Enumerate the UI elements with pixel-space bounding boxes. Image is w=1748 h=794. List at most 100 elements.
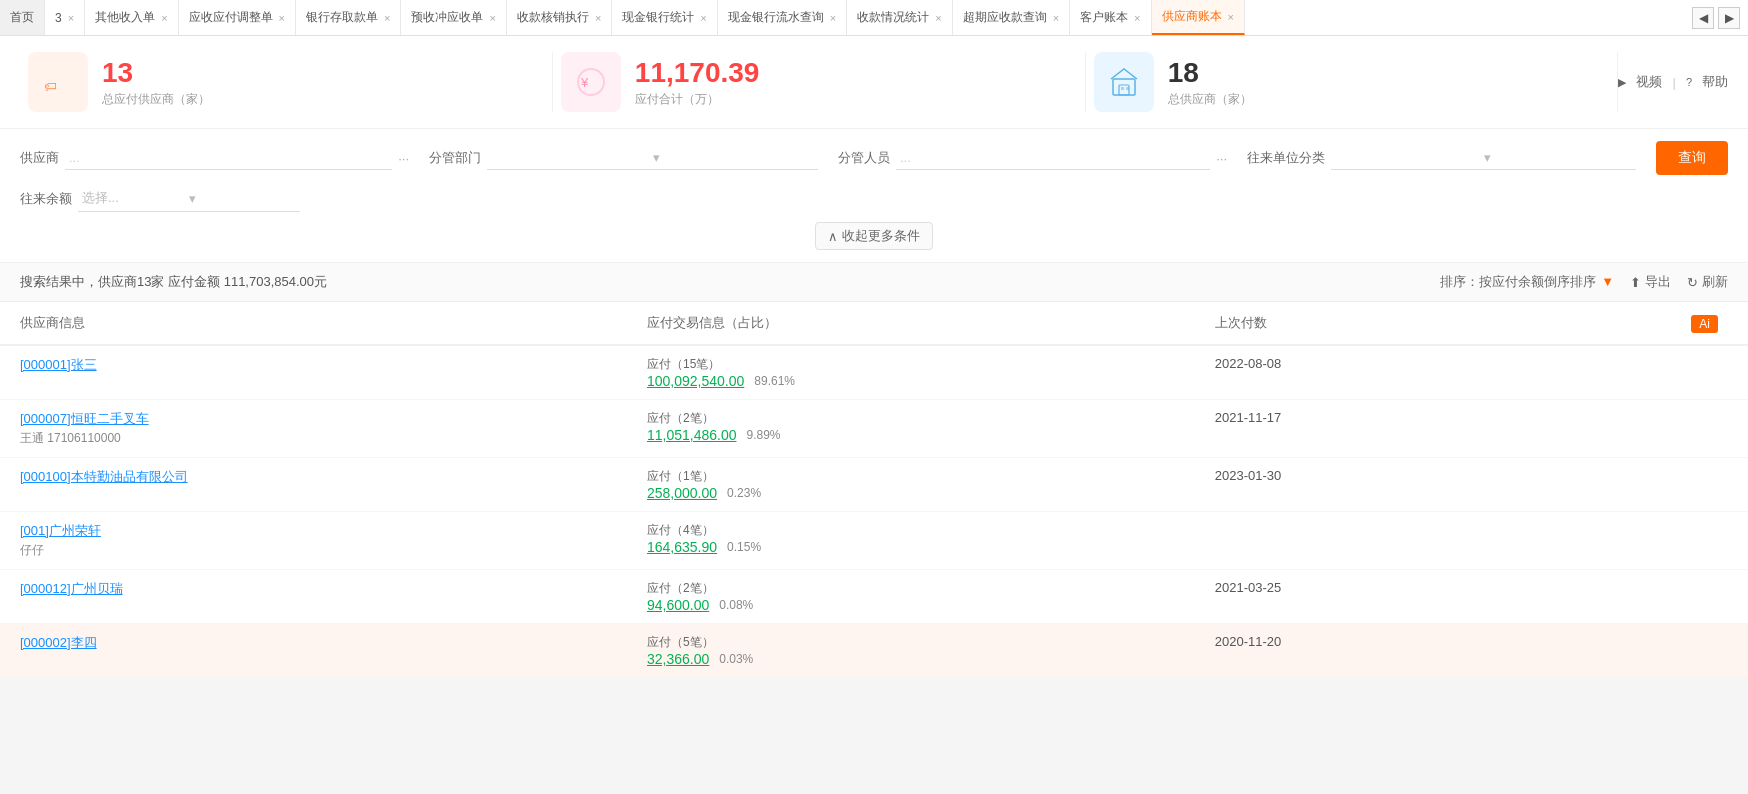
close-tab-overdue-ar[interactable]: × (1053, 12, 1059, 24)
tx-percent: 0.03% (719, 652, 753, 666)
filter-row-2: 往来余额 选择... ▾ (20, 185, 1728, 212)
last-pay-cell: 2020-11-20 (1195, 624, 1517, 678)
tx-label: 应付（1笔） (647, 468, 1175, 485)
data-table-container: 供应商信息 应付交易信息（占比） 上次付数 Ai [000001]张三应付（15… (0, 302, 1748, 678)
close-tab-collection-exec[interactable]: × (595, 12, 601, 24)
close-tab-cash-bank-stat[interactable]: × (700, 12, 706, 24)
person-dots-icon[interactable]: ··· (1216, 151, 1227, 166)
sort-label: 排序：按应付余额倒序排序 ▼ (1440, 273, 1615, 291)
results-summary: 搜索结果中，供应商13家 应付金额 111,703,854.00元 (20, 273, 327, 291)
export-button[interactable]: ⬆ 导出 (1630, 273, 1671, 291)
payable-total-text: 11,170.39 应付合计（万） (635, 56, 760, 109)
export-label: 导出 (1645, 273, 1671, 291)
nav-tab-cash-bank-stat[interactable]: 现金银行统计× (612, 0, 717, 35)
tx-percent: 89.61% (754, 374, 795, 388)
nav-tab-supplier-ledger[interactable]: 供应商账本× (1152, 0, 1245, 35)
action-cell (1516, 400, 1748, 458)
video-icon: ▶ (1618, 76, 1626, 89)
supplier-dots-icon[interactable]: ··· (398, 151, 409, 166)
supplier-info-cell: [000002]李四 (0, 624, 627, 678)
nav-tab-tab3[interactable]: 3× (45, 0, 85, 35)
supplier-link[interactable]: [000001]张三 (20, 357, 97, 372)
help-link[interactable]: 帮助 (1702, 73, 1728, 91)
supplier-link[interactable]: [001]广州荣轩 (20, 523, 101, 538)
close-tab-ar-ap-adjust[interactable]: × (279, 12, 285, 24)
tx-label: 应付（2笔） (647, 580, 1175, 597)
payable-suppliers-icon: 🏷 (28, 52, 88, 112)
collapse-button[interactable]: ∧ 收起更多条件 (815, 222, 933, 250)
col-tx-info: 应付交易信息（占比） (627, 302, 1195, 345)
col-ai: Ai (1516, 302, 1748, 345)
supplier-input[interactable] (65, 146, 392, 170)
nav-tab-home[interactable]: 首页 (0, 0, 45, 35)
close-tab-cash-bank-flow[interactable]: × (830, 12, 836, 24)
tx-amount[interactable]: 11,051,486.00 (647, 427, 737, 443)
total-suppliers-icon (1094, 52, 1154, 112)
nav-tab-overdue-ar[interactable]: 超期应收款查询× (953, 0, 1070, 35)
query-button[interactable]: 查询 (1656, 141, 1728, 175)
tx-info-cell: 应付（2笔）11,051,486.009.89% (627, 400, 1195, 458)
export-icon: ⬆ (1630, 275, 1641, 290)
dept-dropdown[interactable]: ▾ (487, 146, 818, 170)
nav-tab-prepay-ar[interactable]: 预收冲应收单× (401, 0, 506, 35)
person-label: 分管人员 (838, 149, 890, 167)
nav-prev-button[interactable]: ◀ (1692, 7, 1714, 29)
payable-suppliers-text: 13 总应付供应商（家） (102, 56, 210, 109)
payable-suppliers-label: 总应付供应商（家） (102, 91, 210, 108)
balance-label: 往来余额 (20, 190, 72, 208)
close-tab-tab3[interactable]: × (68, 12, 74, 24)
dept-arrow-icon: ▾ (653, 150, 815, 165)
close-tab-collection-stat[interactable]: × (935, 12, 941, 24)
svg-rect-8 (1121, 87, 1124, 90)
tx-amount[interactable]: 258,000.00 (647, 485, 717, 501)
refresh-label: 刷新 (1702, 273, 1728, 291)
tx-percent: 0.08% (719, 598, 753, 612)
video-link[interactable]: 视频 (1636, 73, 1662, 91)
category-filter: 往来单位分类 ▾ (1247, 146, 1636, 170)
supplier-info-cell: [000001]张三 (0, 345, 627, 400)
tx-info-cell: 应付（4笔）164,635.900.15% (627, 512, 1195, 570)
last-pay-cell: 2021-03-25 (1195, 570, 1517, 624)
nav-next-button[interactable]: ▶ (1718, 7, 1740, 29)
table-row: [000001]张三应付（15笔）100,092,540.0089.61%202… (0, 345, 1748, 400)
nav-tab-cash-bank-flow[interactable]: 现金银行流水查询× (718, 0, 847, 35)
tx-amount[interactable]: 94,600.00 (647, 597, 709, 613)
svg-text:🏷: 🏷 (44, 79, 57, 94)
refresh-button[interactable]: ↻ 刷新 (1687, 273, 1728, 291)
supplier-link[interactable]: [000012]广州贝瑞 (20, 581, 123, 596)
close-tab-prepay-ar[interactable]: × (489, 12, 495, 24)
supplier-link[interactable]: [000100]本特勤油品有限公司 (20, 469, 188, 484)
supplier-link[interactable]: [000007]恒旺二手叉车 (20, 411, 149, 426)
top-navigation: 首页3×其他收入单×应收应付调整单×银行存取款单×预收冲应收单×收款核销执行×现… (0, 0, 1748, 36)
close-tab-other-income[interactable]: × (161, 12, 167, 24)
nav-tab-other-income[interactable]: 其他收入单× (85, 0, 178, 35)
payable-total-label: 应付合计（万） (635, 91, 760, 108)
close-tab-bank-deposit[interactable]: × (384, 12, 390, 24)
close-tab-supplier-ledger[interactable]: × (1228, 11, 1234, 23)
tx-amount[interactable]: 100,092,540.00 (647, 373, 744, 389)
sort-arrow-icon: ▼ (1601, 274, 1614, 289)
nav-tab-customer-ledger[interactable]: 客户账本× (1070, 0, 1151, 35)
nav-tab-collection-exec[interactable]: 收款核销执行× (507, 0, 612, 35)
tx-amount[interactable]: 164,635.90 (647, 539, 717, 555)
filter-area: 供应商 ··· 分管部门 ▾ 分管人员 ··· 往来单位分类 ▾ 查询 往来 (0, 129, 1748, 263)
close-tab-customer-ledger[interactable]: × (1134, 12, 1140, 24)
balance-filter: 往来余额 选择... ▾ (20, 185, 300, 212)
person-input[interactable] (896, 146, 1210, 170)
nav-tab-bank-deposit[interactable]: 银行存取款单× (296, 0, 401, 35)
nav-tab-collection-stat[interactable]: 收款情况统计× (847, 0, 952, 35)
supplier-info-cell: [000007]恒旺二手叉车王通 17106110000 (0, 400, 627, 458)
supplier-sub: 王通 17106110000 (20, 430, 607, 447)
supplier-link[interactable]: [000002]李四 (20, 635, 97, 650)
table-header: 供应商信息 应付交易信息（占比） 上次付数 Ai (0, 302, 1748, 345)
refresh-icon: ↻ (1687, 275, 1698, 290)
nav-tab-ar-ap-adjust[interactable]: 应收应付调整单× (179, 0, 296, 35)
balance-dropdown[interactable]: 选择... ▾ (78, 185, 300, 212)
summary-card-total-suppliers: 18 总供应商（家） (1086, 52, 1619, 112)
table-row: [001]广州荣轩仔仔应付（4笔）164,635.900.15% (0, 512, 1748, 570)
tx-amount[interactable]: 32,366.00 (647, 651, 709, 667)
last-pay-cell: 2022-08-08 (1195, 345, 1517, 400)
table-row: [000012]广州贝瑞 应付（2笔）94,600.00 0.08% 2021-03-… (0, 570, 1748, 624)
col-supplier-info: 供应商信息 (0, 302, 627, 345)
category-dropdown[interactable]: ▾ (1331, 146, 1636, 170)
